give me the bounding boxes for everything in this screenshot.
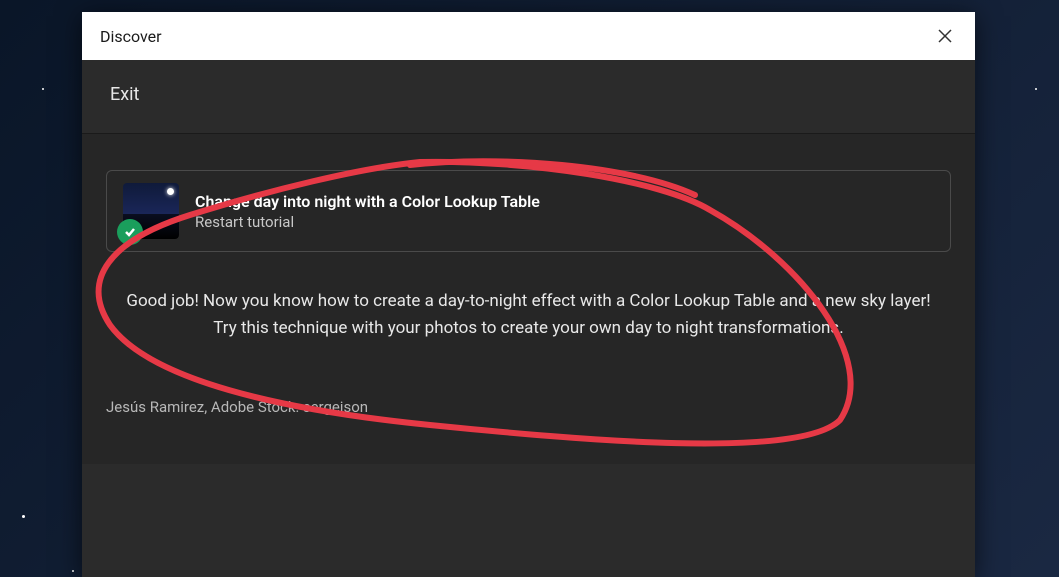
completion-message: Good job! Now you know how to create a d… — [106, 288, 951, 342]
separator — [82, 464, 975, 474]
bg-star — [22, 515, 25, 518]
credit-text: Jesús Ramirez, Adobe Stock: sergejson — [106, 398, 951, 416]
bg-star — [42, 88, 44, 90]
tutorial-title: Change day into night with a Color Looku… — [195, 192, 540, 211]
modal-header: Discover — [82, 12, 975, 60]
close-button[interactable] — [933, 24, 957, 48]
bg-star — [1035, 88, 1037, 90]
restart-tutorial-label: Restart tutorial — [195, 213, 540, 231]
modal-title: Discover — [100, 27, 162, 46]
discover-modal: Discover Exit Change day into night with… — [82, 12, 975, 577]
completed-badge — [117, 219, 143, 245]
close-icon — [937, 28, 953, 44]
exit-link[interactable]: Exit — [110, 84, 139, 105]
content-panel: Change day into night with a Color Looku… — [82, 133, 975, 464]
bg-star — [72, 570, 74, 572]
card-text: Change day into night with a Color Looku… — [195, 192, 540, 231]
tutorial-card[interactable]: Change day into night with a Color Looku… — [106, 170, 951, 252]
thumbnail-wrap — [123, 183, 179, 239]
check-icon — [123, 225, 137, 239]
exit-bar: Exit — [82, 60, 975, 133]
